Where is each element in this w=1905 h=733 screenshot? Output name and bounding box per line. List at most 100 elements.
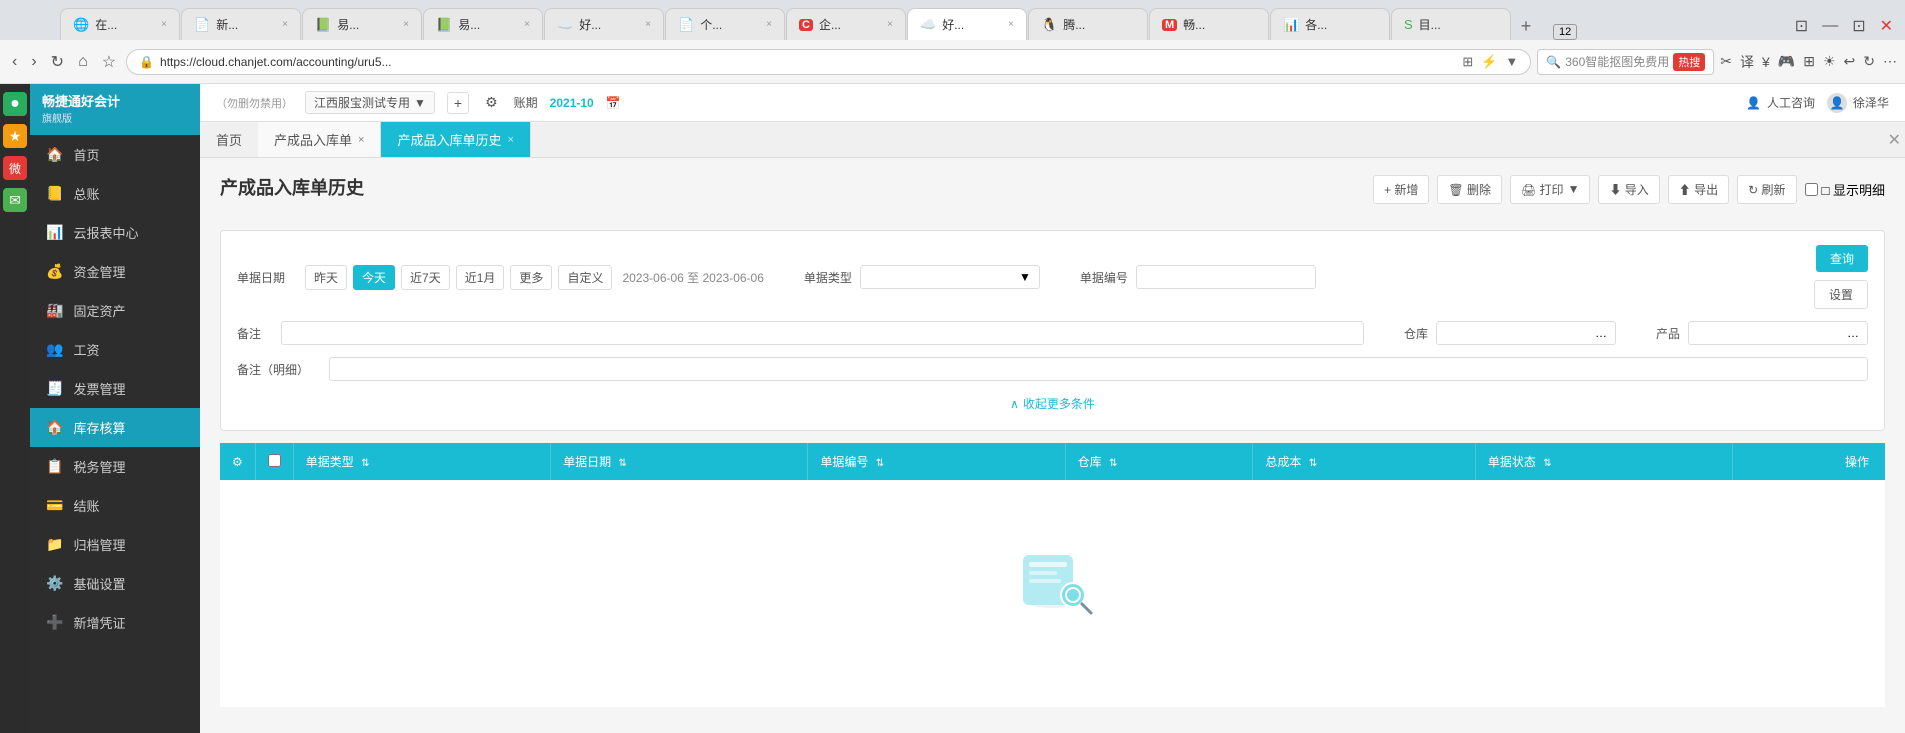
tab-close-8[interactable]: × — [1008, 19, 1014, 30]
dropdown-icon[interactable]: ▼ — [1505, 54, 1518, 70]
warehouse-select[interactable]: … — [1436, 321, 1616, 345]
bolt-icon[interactable]: ⚡ — [1481, 54, 1497, 70]
date-custom[interactable]: 自定义 — [558, 265, 612, 290]
panel-close-button[interactable]: ✕ — [1884, 126, 1905, 154]
close-window-button[interactable]: ✕ — [1876, 12, 1897, 40]
tab-10[interactable]: M 畅... — [1149, 8, 1269, 40]
th-cost[interactable]: 总成本 ⇅ — [1253, 443, 1476, 480]
rail-weibo[interactable]: 微 — [3, 156, 27, 180]
sidebar-item-settings[interactable]: ⚙️ 基础设置 — [30, 564, 200, 603]
th-type[interactable]: 单据类型 ⇅ — [293, 443, 550, 480]
tab-history-page[interactable]: 产成品入库单历史 × — [381, 122, 530, 157]
note-input[interactable] — [281, 321, 1364, 345]
date-1month[interactable]: 近1月 — [456, 265, 505, 290]
sidebar-item-fixed[interactable]: 🏭 固定资产 — [30, 291, 200, 330]
show-cols-checkbox[interactable] — [1805, 183, 1818, 196]
add-button[interactable]: + 新增 — [1373, 175, 1429, 204]
filter-setting-button[interactable]: 设置 — [1814, 280, 1868, 309]
export-button[interactable]: ⬆ 导出 — [1668, 175, 1729, 204]
th-number[interactable]: 单据编号 ⇅ — [808, 443, 1065, 480]
th-warehouse[interactable]: 仓库 ⇅ — [1065, 443, 1253, 480]
new-tab-button[interactable]: + — [1512, 12, 1540, 40]
calendar-icon[interactable]: 📅 — [606, 96, 621, 110]
sidebar-item-payroll[interactable]: 👥 工资 — [30, 330, 200, 369]
minimize-button[interactable]: — — [1818, 13, 1842, 39]
refresh-button[interactable]: ↻ 刷新 — [1737, 175, 1796, 204]
tab-1[interactable]: 🌐 在... × — [60, 8, 180, 40]
rail-logo[interactable]: ● — [3, 92, 27, 116]
print-button[interactable]: 🖨 打印 ▼ — [1510, 175, 1590, 204]
delete-button[interactable]: 🗑 删除 — [1437, 175, 1502, 204]
restore-button[interactable]: ⊡ — [1791, 12, 1812, 40]
bookmark-button[interactable]: ☆ — [98, 48, 120, 76]
tab-list-close[interactable]: × — [358, 134, 364, 146]
breadcrumb-home[interactable]: 首页 — [200, 122, 258, 157]
user-profile[interactable]: 👤 徐泽华 — [1827, 93, 1889, 113]
sidebar-item-checkout[interactable]: 💳 结账 — [30, 486, 200, 525]
tab-12[interactable]: S 目... — [1391, 8, 1511, 40]
sidebar-item-tax[interactable]: 📋 税务管理 — [30, 447, 200, 486]
more-nav-icon[interactable]: ⋯ — [1883, 53, 1897, 70]
tab-8[interactable]: ☁️ 好... × — [907, 8, 1027, 40]
product-select[interactable]: … — [1688, 321, 1868, 345]
date-7days[interactable]: 近7天 — [401, 265, 450, 290]
address-bar[interactable]: 🔒 https://cloud.chanjet.com/accounting/u… — [126, 49, 1531, 75]
select-all-checkbox[interactable] — [268, 454, 281, 467]
number-input[interactable] — [1136, 265, 1316, 289]
add-company-button[interactable]: + — [447, 92, 469, 114]
scissors-icon[interactable]: ✂ — [1720, 53, 1732, 70]
collapse-button[interactable]: ∧ 收起更多条件 — [1006, 391, 1099, 416]
tab-history-close[interactable]: × — [507, 134, 513, 146]
yuan-icon[interactable]: ¥ — [1762, 54, 1770, 70]
home-nav-button[interactable]: ⌂ — [74, 49, 92, 75]
sidebar-item-inventory[interactable]: 🏠 库存核算 — [30, 408, 200, 447]
gear-icon[interactable]: ⚙ — [232, 455, 243, 469]
sidebar-item-report[interactable]: 📊 云报表中心 — [30, 213, 200, 252]
company-selector[interactable]: 江西服宝测试专用 ▼ — [305, 91, 435, 114]
redo-icon[interactable]: ↻ — [1863, 53, 1875, 70]
th-checkbox[interactable] — [255, 443, 293, 480]
history-icon[interactable]: ↩ — [1844, 53, 1856, 70]
sidebar-item-fund[interactable]: 💰 资金管理 — [30, 252, 200, 291]
tab-5[interactable]: ☁️ 好... × — [544, 8, 664, 40]
tab-3[interactable]: 📗 易... × — [302, 8, 422, 40]
show-cols-control[interactable]: □ 显示明细 — [1805, 180, 1885, 199]
tab-9[interactable]: 🐧 腾... — [1028, 8, 1148, 40]
sidebar-item-invoice[interactable]: 🧾 发票管理 — [30, 369, 200, 408]
tab-2[interactable]: 📄 新... × — [181, 8, 301, 40]
tab-6[interactable]: 📄 个... × — [665, 8, 785, 40]
search-bar[interactable]: 🔍 360智能抠图免费用 热搜 — [1537, 49, 1714, 75]
date-yesterday[interactable]: 昨天 — [305, 265, 347, 290]
sidebar-item-archive[interactable]: 📁 归档管理 — [30, 525, 200, 564]
tab-close-5[interactable]: × — [645, 19, 651, 30]
tab-7[interactable]: C 企... × — [786, 8, 906, 40]
tab-11[interactable]: 📊 各... — [1270, 8, 1390, 40]
rail-home[interactable]: ★ — [3, 124, 27, 148]
maximize-button[interactable]: ⊡ — [1848, 12, 1869, 40]
th-date[interactable]: 单据日期 ⇅ — [551, 443, 808, 480]
game-icon[interactable]: 🎮 — [1778, 53, 1795, 70]
theme-icon[interactable]: ☀ — [1823, 53, 1836, 70]
forward-button[interactable]: › — [27, 49, 40, 75]
sidebar-item-newvoucher[interactable]: ➕ 新增凭证 — [30, 603, 200, 642]
import-button[interactable]: ⬇ 导入 — [1598, 175, 1659, 204]
date-more[interactable]: 更多 — [510, 265, 552, 290]
tab-close-6[interactable]: × — [766, 19, 772, 30]
tab-list-page[interactable]: 产成品入库单 × — [258, 122, 381, 157]
sidebar-item-ledger[interactable]: 📒 总账 — [30, 174, 200, 213]
ai-service[interactable]: 👤 人工咨询 — [1746, 94, 1815, 111]
sidebar-item-home[interactable]: 🏠 首页 — [30, 135, 200, 174]
tab-close-3[interactable]: × — [403, 19, 409, 30]
back-button[interactable]: ‹ — [8, 49, 21, 75]
type-select[interactable]: ▼ — [860, 265, 1040, 289]
tab-close-1[interactable]: × — [161, 19, 167, 30]
settings-button[interactable]: ⚙ — [481, 90, 502, 115]
query-button[interactable]: 查询 — [1816, 245, 1868, 272]
rail-mail[interactable]: ✉ — [3, 188, 27, 212]
tab-close-2[interactable]: × — [282, 19, 288, 30]
tab-4[interactable]: 📗 易... × — [423, 8, 543, 40]
tab-close-4[interactable]: × — [524, 19, 530, 30]
date-today[interactable]: 今天 — [353, 265, 395, 290]
note-detail-input[interactable] — [329, 357, 1868, 381]
translate-icon[interactable]: 译 — [1740, 52, 1754, 72]
